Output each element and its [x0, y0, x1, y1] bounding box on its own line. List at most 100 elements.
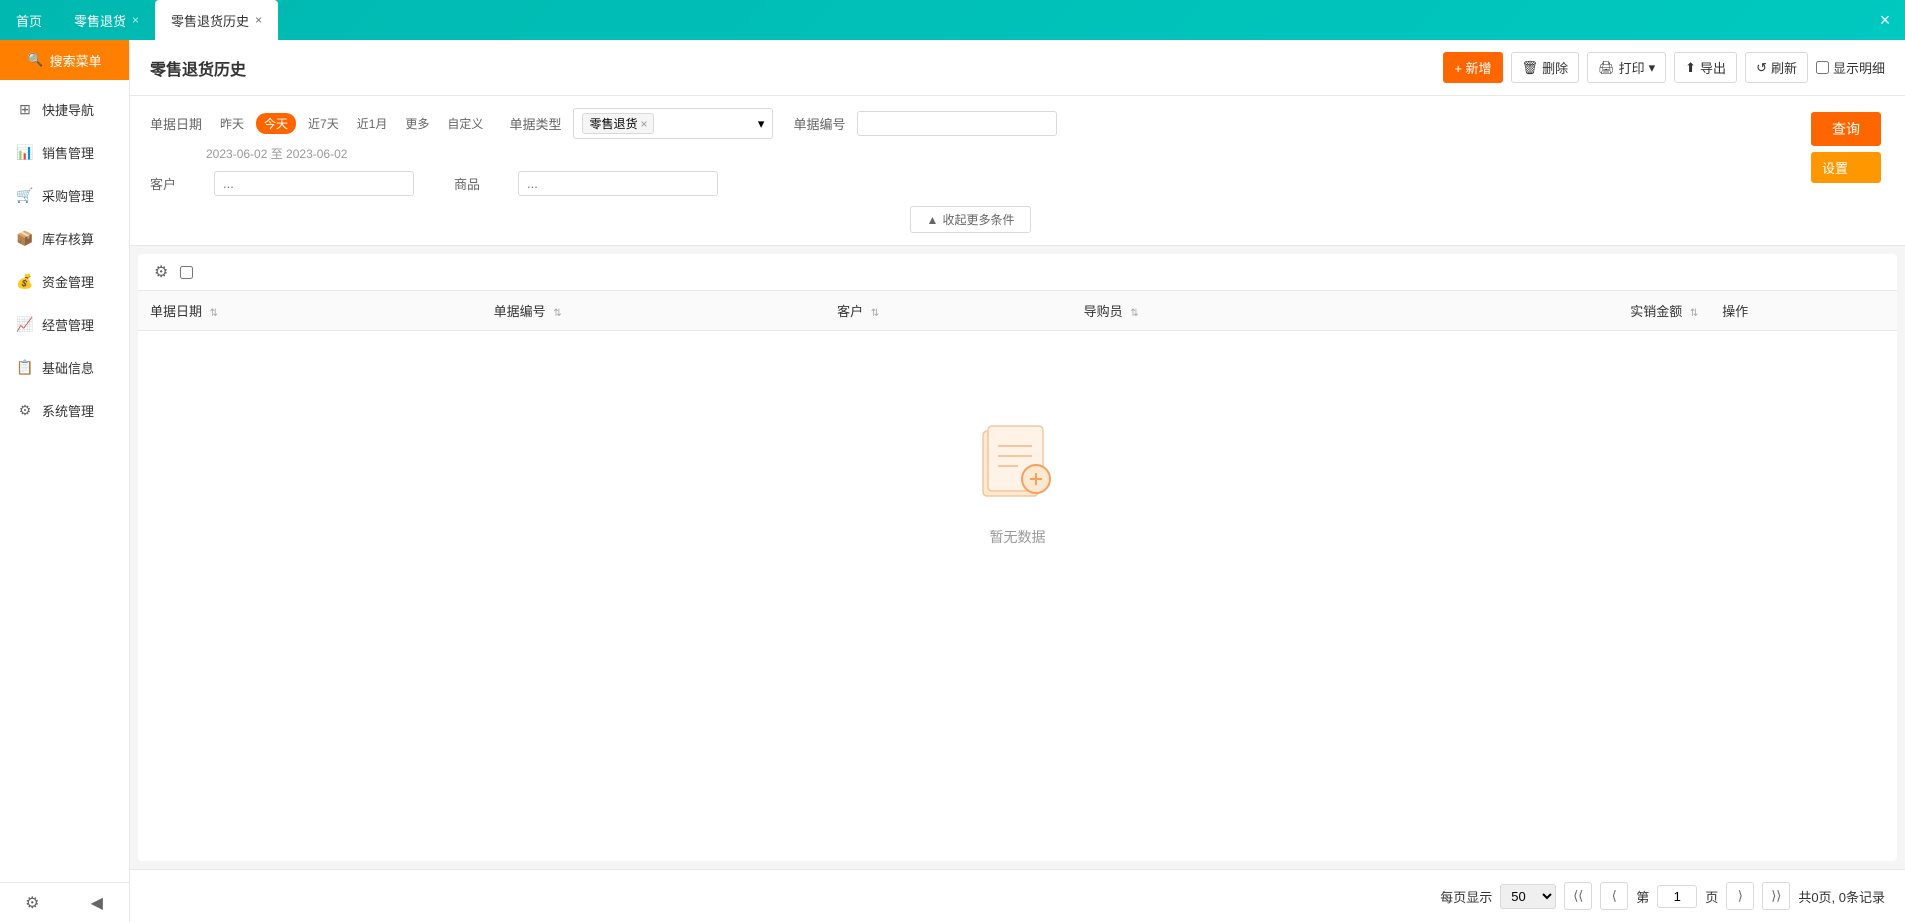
type-tag: 零售退货 × [582, 113, 654, 134]
filter-customer-item: 客户 [150, 171, 414, 196]
filter-type-item: 单据类型 零售退货 × ▾ [509, 108, 773, 139]
empty-icon [968, 411, 1068, 511]
table-header-row: 单据日期 ⇅ 单据编号 ⇅ 客户 ⇅ 导购员 ⇅ [138, 291, 1897, 331]
delete-icon: 🗑 [1522, 60, 1539, 76]
table-select-all-checkbox[interactable] [180, 266, 193, 279]
sidebar-item-operation[interactable]: 📈 经营管理 [0, 303, 129, 346]
col-guide: 导购员 ⇅ [1072, 291, 1367, 331]
tab-close-retail-return[interactable]: × [132, 13, 139, 27]
date-btn-custom[interactable]: 自定义 [441, 113, 489, 134]
voucher-filter-label: 单据编号 [793, 114, 849, 133]
sidebar-item-finance[interactable]: 💰 资金管理 [0, 260, 129, 303]
date-btn-more[interactable]: 更多 [399, 113, 435, 134]
settings-icon: ⚙ [25, 893, 39, 913]
sidebar-item-system[interactable]: ⚙ 系统管理 [0, 389, 129, 432]
col-amount: 实销金额 ⇅ [1367, 291, 1711, 331]
page-title: 零售退货历史 [150, 56, 246, 80]
date-btn-today[interactable]: 今天 [256, 113, 296, 134]
date-range-display: 2023-06-02 至 2023-06-02 [206, 147, 347, 161]
filter-row-1: 单据日期 昨天 今天 近7天 近1月 更多 自定义 [150, 108, 1791, 139]
page-header: 零售退货历史 + 新增 🗑 删除 🖨 打印 ▾ ⬆ 导出 [130, 40, 1905, 96]
type-dropdown-icon: ▾ [758, 116, 765, 132]
delete-button[interactable]: 🗑 删除 [1511, 52, 1580, 83]
page-size-select[interactable]: 50 100 200 [1500, 884, 1556, 909]
sort-voucher-icon[interactable]: ⇅ [553, 308, 561, 319]
table-settings-icon[interactable]: ⚙ [154, 262, 168, 282]
data-table: 单据日期 ⇅ 单据编号 ⇅ 客户 ⇅ 导购员 ⇅ [138, 291, 1897, 331]
col-voucher: 单据编号 ⇅ [482, 291, 826, 331]
sidebar-item-basic[interactable]: 📋 基础信息 [0, 346, 129, 389]
sort-amount-icon[interactable]: ⇅ [1690, 308, 1698, 319]
date-btn-1month[interactable]: 近1月 [351, 113, 394, 134]
sidebar-nav: ⊞ 快捷导航 📊 销售管理 🛒 采购管理 📦 库存核算 💰 资金管理 📈 [0, 80, 129, 882]
sidebar-bottom: ⚙ ◀ [0, 882, 129, 922]
total-info: 共0页, 0条记录 [1798, 887, 1885, 906]
tab-retail-return[interactable]: 零售退货 × [58, 0, 155, 40]
filter-goods-item: 商品 [454, 171, 718, 196]
system-icon: ⚙ [16, 402, 34, 420]
tab-home[interactable]: 首页 [0, 0, 58, 40]
quicknav-icon: ⊞ [16, 101, 34, 119]
sidebar-search[interactable]: 🔍 搜索菜单 [0, 40, 129, 80]
prev-page-button[interactable]: ⟨ [1600, 882, 1628, 910]
sidebar-item-quicknav[interactable]: ⊞ 快捷导航 [0, 88, 129, 131]
customer-filter-label: 客户 [150, 174, 206, 193]
goods-filter-input[interactable] [518, 171, 718, 196]
type-tag-close[interactable]: × [640, 117, 647, 131]
print-button[interactable]: 🖨 打印 ▾ [1587, 52, 1666, 83]
sort-date-icon[interactable]: ⇅ [210, 308, 218, 319]
first-page-button[interactable]: ⟨⟨ [1564, 882, 1592, 910]
show-detail-checkbox-label[interactable]: 显示明细 [1816, 58, 1885, 77]
export-button[interactable]: ⬆ 导出 [1674, 52, 1737, 83]
col-action: 操作 [1710, 291, 1897, 331]
setting-button[interactable]: 设置 [1811, 152, 1881, 183]
top-bar: 首页 零售退货 × 零售退货历史 × × [0, 0, 1905, 40]
main-layout: 🔍 搜索菜单 ⊞ 快捷导航 📊 销售管理 🛒 采购管理 📦 库存核算 💰 [0, 40, 1905, 922]
sidebar-collapse-button[interactable]: ◀ [65, 883, 130, 922]
pagination: 每页显示 50 100 200 ⟨⟨ ⟨ 第 页 ⟩ ⟩⟩ 共0页, 0条记录 [130, 869, 1905, 922]
operation-icon: 📈 [16, 316, 34, 334]
type-filter-label: 单据类型 [509, 114, 565, 133]
voucher-filter-input[interactable] [857, 111, 1057, 136]
filter-date-item: 单据日期 昨天 今天 近7天 近1月 更多 自定义 [150, 113, 489, 134]
type-filter-select[interactable]: 零售退货 × ▾ [573, 108, 773, 139]
table-toolbar: ⚙ [138, 254, 1897, 291]
inventory-icon: 📦 [16, 230, 34, 248]
query-button[interactable]: 查询 [1811, 112, 1881, 146]
sales-icon: 📊 [16, 144, 34, 162]
collapse-icon: ◀ [91, 893, 103, 913]
next-page-button[interactable]: ⟩ [1726, 882, 1754, 910]
date-btn-group: 昨天 今天 近7天 近1月 更多 自定义 [214, 113, 489, 134]
tab-close-retail-return-history[interactable]: × [255, 13, 262, 27]
filter-voucher-item: 单据编号 [793, 111, 1057, 136]
date-btn-7days[interactable]: 近7天 [302, 113, 345, 134]
customer-filter-input[interactable] [214, 171, 414, 196]
header-actions: + 新增 🗑 删除 🖨 打印 ▾ ⬆ 导出 ↺ 刷新 [1443, 52, 1885, 83]
sort-customer-icon[interactable]: ⇅ [871, 308, 879, 319]
refresh-button[interactable]: ↺ 刷新 [1745, 52, 1808, 83]
collapse-up-icon: ▲ [927, 213, 939, 227]
sidebar-settings-button[interactable]: ⚙ [0, 883, 65, 922]
page-label: 第 [1636, 887, 1649, 906]
add-button[interactable]: + 新增 [1443, 52, 1502, 83]
page-size-label: 每页显示 [1440, 887, 1492, 906]
collapse-btn[interactable]: ▲ 收起更多条件 [910, 206, 1032, 233]
sidebar-item-inventory[interactable]: 📦 库存核算 [0, 217, 129, 260]
sidebar-item-purchase[interactable]: 🛒 采购管理 [0, 174, 129, 217]
show-detail-checkbox[interactable] [1816, 61, 1829, 74]
print-dropdown-icon: ▾ [1649, 60, 1656, 76]
finance-icon: 💰 [16, 273, 34, 291]
window-close-button[interactable]: × [1865, 0, 1905, 40]
date-btn-yesterday[interactable]: 昨天 [214, 113, 250, 134]
filter-row-2: 客户 商品 [150, 171, 1791, 196]
last-page-button[interactable]: ⟩⟩ [1762, 882, 1790, 910]
date-filter-label: 单据日期 [150, 114, 206, 133]
content: 零售退货历史 + 新增 🗑 删除 🖨 打印 ▾ ⬆ 导出 [130, 40, 1905, 922]
empty-state: 暂无数据 [138, 331, 1897, 627]
col-date: 单据日期 ⇅ [138, 291, 482, 331]
tab-retail-return-history[interactable]: 零售退货历史 × [155, 0, 278, 40]
refresh-icon: ↺ [1756, 60, 1767, 76]
page-number-input[interactable] [1657, 885, 1697, 908]
sort-guide-icon[interactable]: ⇅ [1130, 308, 1138, 319]
sidebar-item-sales[interactable]: 📊 销售管理 [0, 131, 129, 174]
